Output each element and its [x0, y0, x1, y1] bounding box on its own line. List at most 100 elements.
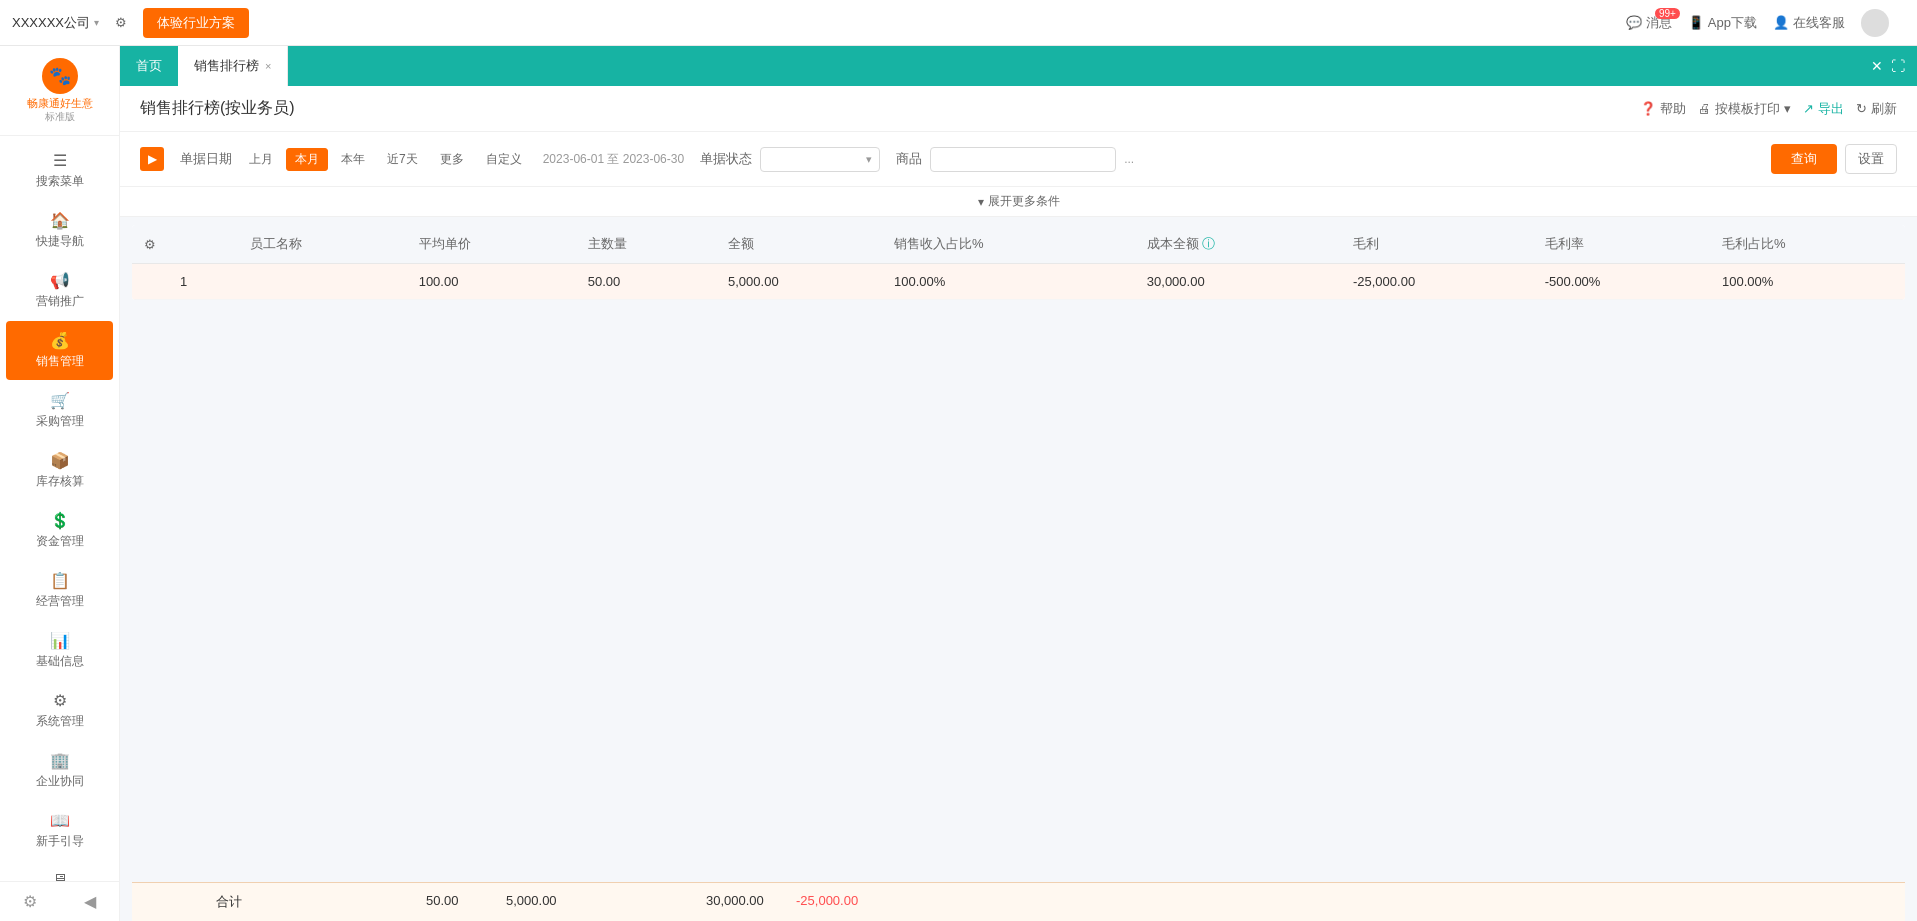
company-name: XXXXXX公司	[12, 14, 90, 32]
row-sales-ratio: 100.00%	[882, 264, 1135, 300]
table-header-row: ⚙ 员工名称 平均单价 主数量 全额 销售收入占比% 成本全额 ⓘ 毛利 毛利率…	[132, 225, 1905, 264]
filter-area: ▶ 单据日期 上月本月本年近7天更多自定义 2023-06-01 至 2023-…	[120, 132, 1917, 187]
sidebar-item-search-order[interactable]: ☰搜索菜单	[6, 141, 113, 200]
message-badge: 99+	[1655, 8, 1680, 19]
sidebar-item-operation[interactable]: 📋经营管理	[6, 561, 113, 620]
refresh-icon: ↻	[1856, 101, 1867, 116]
date-tab-自定义[interactable]: 自定义	[477, 148, 531, 171]
finance-icon: 💲	[50, 511, 70, 530]
export-btn[interactable]: ↗ 导出	[1803, 100, 1844, 118]
help-btn[interactable]: ❓ 帮助	[1640, 100, 1686, 118]
footer-cells: 合计 50.00 5,000.00 30,000.00 -25,000.00	[144, 893, 1893, 911]
footer-label: 合计	[216, 893, 336, 911]
status-select[interactable]	[760, 147, 880, 172]
tab-close-icon[interactable]: ×	[265, 60, 271, 72]
sales-icon: 💰	[50, 331, 70, 350]
message-btn[interactable]: 💬 消息 99+	[1626, 14, 1672, 32]
avatar[interactable]	[1861, 9, 1889, 37]
finance-label: 资金管理	[36, 533, 84, 550]
date-tab-本年[interactable]: 本年	[332, 148, 374, 171]
footer-sales-ratio	[596, 893, 706, 911]
goods-more-icon[interactable]: ...	[1124, 152, 1134, 166]
online-service-btn[interactable]: 👤 在线客服	[1773, 14, 1845, 32]
quick-nav-label: 快捷导航	[36, 233, 84, 250]
page-header-actions: ❓ 帮助 🖨 按模板打印 ▾ ↗ 导出 ↻ 刷新	[1640, 100, 1897, 118]
tab-bar: 首页 销售排行榜 × ✕ ⛶	[120, 46, 1917, 86]
sidebar-item-system[interactable]: ⚙系统管理	[6, 681, 113, 740]
sidebar-item-guide[interactable]: 📖新手引导	[6, 801, 113, 860]
refresh-btn[interactable]: ↻ 刷新	[1856, 100, 1897, 118]
print-btn[interactable]: 🖨 按模板打印 ▾	[1698, 100, 1791, 118]
date-tab-更多[interactable]: 更多	[431, 148, 473, 171]
footer-quantity: 50.00	[426, 893, 506, 911]
inventory-label: 库存核算	[36, 473, 84, 490]
col-employee: 员工名称	[238, 225, 407, 264]
expand-arrow[interactable]: ▶	[140, 147, 164, 171]
settings-filter-btn[interactable]: 设置	[1845, 144, 1897, 174]
date-label: 单据日期	[180, 150, 232, 168]
sidebar-collapse-icon[interactable]: ◀	[84, 892, 96, 911]
tab-maximize-icon[interactable]: ⛶	[1891, 58, 1905, 74]
settings-icon-btn[interactable]: ⚙	[107, 9, 135, 37]
tab-home[interactable]: 首页	[120, 46, 178, 86]
logo-text: 畅康通好生意 标准版	[27, 96, 93, 123]
top-bar: XXXXXX公司 ▾ ⚙ 体验行业方案 💬 消息 99+ 📱 App下载 👤 在…	[0, 0, 1917, 46]
main-layout: 🐾 畅康通好生意 标准版 ☰搜索菜单🏠快捷导航📢营销推广💰销售管理🛒采购管理📦库…	[0, 46, 1917, 921]
operation-icon: 📋	[50, 571, 70, 590]
chevron-down-icon: ▾	[94, 17, 99, 28]
app-icon: 📱	[1688, 15, 1704, 30]
app-download-btn[interactable]: 📱 App下载	[1688, 14, 1757, 32]
company-selector[interactable]: XXXXXX公司 ▾	[12, 14, 99, 32]
filter-right: 查询 设置	[1771, 144, 1897, 174]
goods-filter: 商品 ...	[896, 147, 1134, 172]
sidebar-settings-icon[interactable]: ⚙	[23, 892, 37, 911]
trial-btn[interactable]: 体验行业方案	[143, 8, 249, 38]
col-avg-price: 平均单价	[407, 225, 576, 264]
filter-row: ▶ 单据日期 上月本月本年近7天更多自定义 2023-06-01 至 2023-…	[140, 144, 1897, 174]
expand-row[interactable]: ▾ 展开更多条件	[120, 187, 1917, 217]
sidebar-item-sales[interactable]: 💰销售管理	[6, 321, 113, 380]
row-rank: 1	[168, 264, 238, 300]
footer-gross-ratio	[976, 893, 1066, 911]
sidebar-item-enterprise[interactable]: 🏢企业协同	[6, 741, 113, 800]
sidebar: 🐾 畅康通好生意 标准版 ☰搜索菜单🏠快捷导航📢营销推广💰销售管理🛒采购管理📦库…	[0, 46, 120, 921]
table-footer: 合计 50.00 5,000.00 30,000.00 -25,000.00	[132, 882, 1905, 921]
sidebar-bottom: ⚙ ◀	[0, 881, 119, 921]
row-gross-ratio: 100.00%	[1710, 264, 1905, 300]
marketing-label: 营销推广	[36, 293, 84, 310]
sidebar-item-inventory[interactable]: 📦 库存核算	[6, 441, 113, 500]
sidebar-item-basic[interactable]: 📊基础信息	[6, 621, 113, 680]
tab-close-window-icon[interactable]: ✕	[1871, 58, 1883, 74]
sidebar-item-marketing[interactable]: 📢营销推广	[6, 261, 113, 320]
content-area: 首页 销售排行榜 × ✕ ⛶ 销售排行榜(按业务员) ❓ 帮助	[120, 46, 1917, 921]
sidebar-nav: ☰搜索菜单 🏠 快捷导航 📢营销推广💰销售管理🛒采购管理 📦 库存核算 💲 资金管理 📋经营管理…	[0, 136, 119, 881]
status-filter: 单据状态	[700, 147, 880, 172]
system-label: 系统管理	[36, 713, 84, 730]
page-content: 销售排行榜(按业务员) ❓ 帮助 🖨 按模板打印 ▾ ↗ 导出	[120, 86, 1917, 921]
col-gross: 毛利	[1341, 225, 1533, 264]
col-cost: 成本全额 ⓘ	[1135, 225, 1341, 264]
date-tab-近7天[interactable]: 近7天	[378, 148, 427, 171]
sidebar-item-app-center[interactable]: 🖥应用中心	[6, 861, 113, 881]
tab-sales-ranking[interactable]: 销售排行榜 ×	[178, 46, 288, 86]
date-tab-本月[interactable]: 本月	[286, 148, 328, 171]
sidebar-item-quick-nav[interactable]: 🏠 快捷导航	[6, 201, 113, 260]
row-cost: 30,000.00	[1135, 264, 1341, 300]
sidebar-item-purchase[interactable]: 🛒采购管理	[6, 381, 113, 440]
query-btn[interactable]: 查询	[1771, 144, 1837, 174]
app-label: App下载	[1708, 14, 1757, 32]
basic-label: 基础信息	[36, 653, 84, 670]
date-tab-上月[interactable]: 上月	[240, 148, 282, 171]
enterprise-icon: 🏢	[50, 751, 70, 770]
expand-label: 展开更多条件	[988, 193, 1060, 210]
inventory-icon: 📦	[50, 451, 70, 470]
goods-input[interactable]	[930, 147, 1116, 172]
row-settings-icon	[132, 264, 168, 300]
sidebar-item-finance[interactable]: 💲 资金管理	[6, 501, 113, 560]
help-icon: ❓	[1640, 101, 1656, 116]
col-settings[interactable]: ⚙	[132, 225, 168, 264]
export-icon: ↗	[1803, 101, 1814, 116]
row-gross-rate: -500.00%	[1533, 264, 1710, 300]
quick-nav-icon: 🏠	[50, 211, 70, 230]
row-gross: -25,000.00	[1341, 264, 1533, 300]
